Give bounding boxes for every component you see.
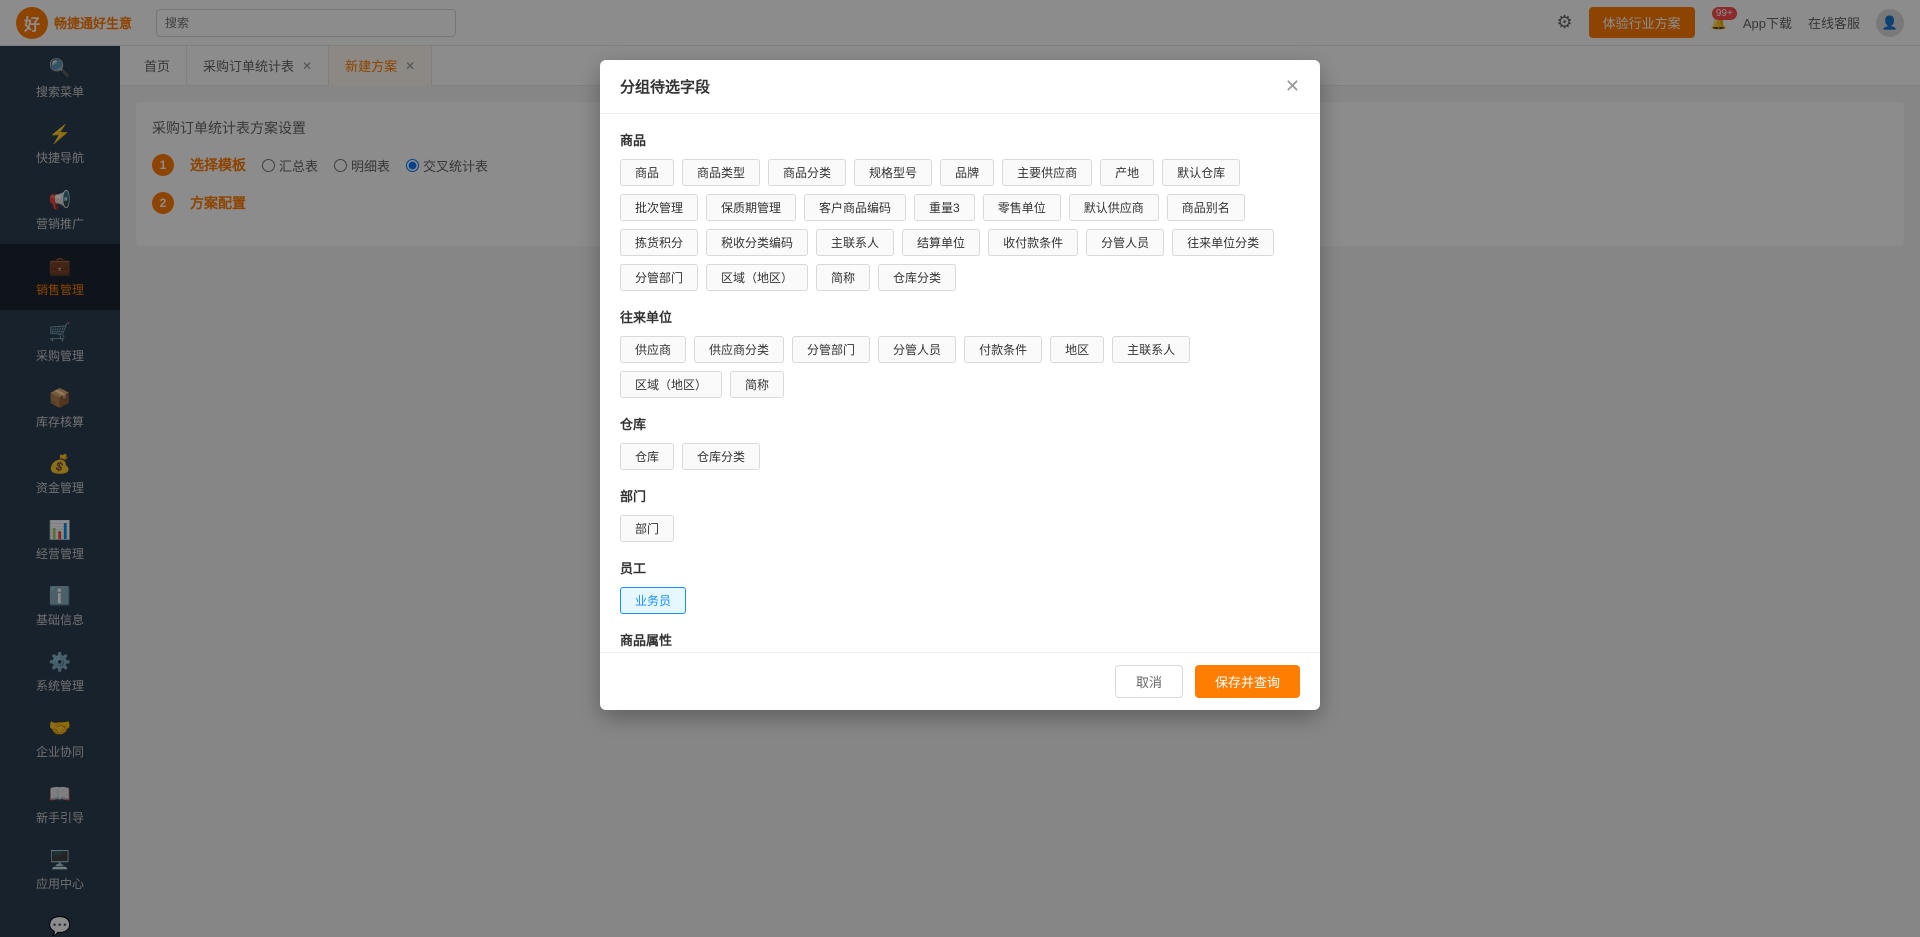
modal-dialog: 分组待选字段 ✕ 商品 商品 商品类型 商品分类 规格型号 品牌 主要供应商 产… (600, 60, 1320, 710)
field-area[interactable]: 地区 (1050, 336, 1104, 363)
goods-field-grid: 商品 商品类型 商品分类 规格型号 品牌 主要供应商 产地 默认仓库 批次管理 … (620, 159, 1300, 291)
field-pick-points[interactable]: 拣货积分 (620, 229, 698, 256)
cancel-button[interactable]: 取消 (1115, 665, 1183, 698)
field-main-supplier[interactable]: 主要供应商 (1002, 159, 1092, 186)
field-spec-model[interactable]: 规格型号 (854, 159, 932, 186)
field-supplier[interactable]: 供应商 (620, 336, 686, 363)
field-goods[interactable]: 商品 (620, 159, 674, 186)
section-goods-attr: 商品属性 属性 颜色 多规格 尺码 鞋码 1 (620, 630, 1300, 652)
employee-field-grid: 业务员 (620, 587, 1300, 614)
section-goods-title: 商品 (620, 130, 1300, 149)
field-region-area2[interactable]: 区域（地区） (620, 371, 722, 398)
field-department[interactable]: 部门 (620, 515, 674, 542)
field-dept[interactable]: 分管部门 (620, 264, 698, 291)
field-mgmt-person[interactable]: 分管人员 (878, 336, 956, 363)
section-employee: 员工 业务员 (620, 558, 1300, 614)
field-goods-category[interactable]: 商品分类 (768, 159, 846, 186)
field-customer-goods-code[interactable]: 客户商品编码 (804, 194, 906, 221)
field-supplier-category[interactable]: 供应商分类 (694, 336, 784, 363)
field-origin[interactable]: 产地 (1100, 159, 1154, 186)
section-warehouse-title: 仓库 (620, 414, 1300, 433)
field-counterparty-category[interactable]: 往来单位分类 (1172, 229, 1274, 256)
field-goods-alias[interactable]: 商品别名 (1167, 194, 1245, 221)
field-warehouse-cat[interactable]: 仓库分类 (682, 443, 760, 470)
field-tax-code[interactable]: 税收分类编码 (706, 229, 808, 256)
modal-body: 商品 商品 商品类型 商品分类 规格型号 品牌 主要供应商 产地 默认仓库 批次… (600, 114, 1320, 652)
field-goods-type[interactable]: 商品类型 (682, 159, 760, 186)
field-mgmt-dept[interactable]: 分管部门 (792, 336, 870, 363)
field-retail-unit[interactable]: 零售单位 (983, 194, 1061, 221)
section-counterparty-title: 往来单位 (620, 307, 1300, 326)
section-goods: 商品 商品 商品类型 商品分类 规格型号 品牌 主要供应商 产地 默认仓库 批次… (620, 130, 1300, 291)
field-short-name2[interactable]: 简称 (730, 371, 784, 398)
section-employee-title: 员工 (620, 558, 1300, 577)
section-counterparty: 往来单位 供应商 供应商分类 分管部门 分管人员 付款条件 地区 主联系人 区域… (620, 307, 1300, 398)
field-main-contact2[interactable]: 主联系人 (1112, 336, 1190, 363)
section-department-title: 部门 (620, 486, 1300, 505)
section-goods-attr-title: 商品属性 (620, 630, 1300, 649)
modal-header: 分组待选字段 ✕ (600, 60, 1320, 114)
warehouse-field-grid: 仓库 仓库分类 (620, 443, 1300, 470)
field-warehouse[interactable]: 仓库 (620, 443, 674, 470)
field-expiry-management[interactable]: 保质期管理 (706, 194, 796, 221)
field-default-warehouse[interactable]: 默认仓库 (1162, 159, 1240, 186)
confirm-button[interactable]: 保存并查询 (1195, 665, 1300, 698)
section-department: 部门 部门 (620, 486, 1300, 542)
field-payment-terms[interactable]: 收付款条件 (988, 229, 1078, 256)
field-default-supplier[interactable]: 默认供应商 (1069, 194, 1159, 221)
modal-overlay: 分组待选字段 ✕ 商品 商品 商品类型 商品分类 规格型号 品牌 主要供应商 产… (0, 0, 1920, 937)
field-batch-management[interactable]: 批次管理 (620, 194, 698, 221)
department-field-grid: 部门 (620, 515, 1300, 542)
field-main-contact[interactable]: 主联系人 (816, 229, 894, 256)
modal-title: 分组待选字段 (620, 76, 710, 97)
field-settlement-unit[interactable]: 结算单位 (902, 229, 980, 256)
modal-close-icon[interactable]: ✕ (1285, 76, 1300, 97)
field-supervisor[interactable]: 分管人员 (1086, 229, 1164, 256)
field-region-area[interactable]: 区域（地区） (706, 264, 808, 291)
field-payment-condition[interactable]: 付款条件 (964, 336, 1042, 363)
field-salesperson[interactable]: 业务员 (620, 587, 686, 614)
field-brand[interactable]: 品牌 (940, 159, 994, 186)
modal-footer: 取消 保存并查询 (600, 652, 1320, 710)
section-warehouse: 仓库 仓库 仓库分类 (620, 414, 1300, 470)
counterparty-field-grid: 供应商 供应商分类 分管部门 分管人员 付款条件 地区 主联系人 区域（地区） … (620, 336, 1300, 398)
field-short-name[interactable]: 简称 (816, 264, 870, 291)
field-warehouse-category[interactable]: 仓库分类 (878, 264, 956, 291)
field-weight3[interactable]: 重量3 (914, 194, 975, 221)
